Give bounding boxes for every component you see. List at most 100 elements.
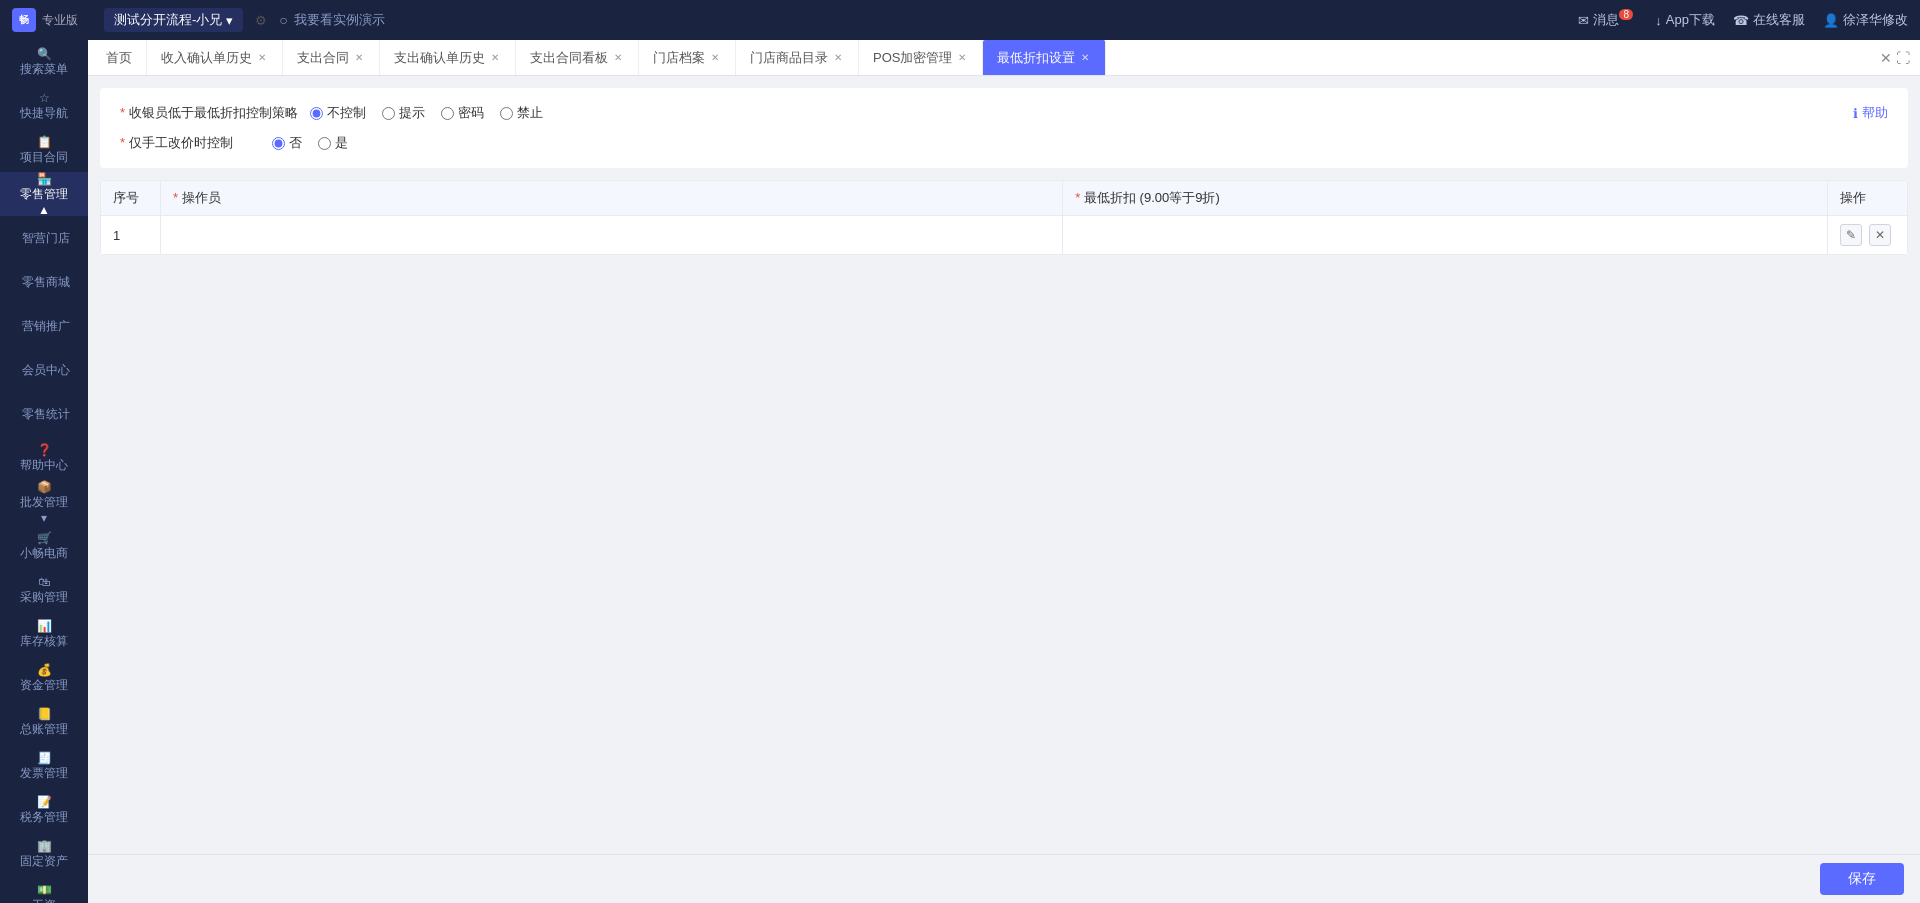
sidebar-label-marketing: 营销推广 <box>22 318 70 335</box>
sidebar-item-invoice[interactable]: 🧾 发票管理 <box>0 744 88 788</box>
sidebar-item-project-contract[interactable]: 📋 项目合同 <box>0 128 88 172</box>
customer-service-button[interactable]: ☎ 在线客服 <box>1733 11 1805 29</box>
sidebar-item-quick-nav[interactable]: ☆ 快捷导航 <box>0 84 88 128</box>
radio-forbid-input[interactable] <box>500 107 513 120</box>
radio-password[interactable]: 密码 <box>441 104 484 122</box>
delete-row-button[interactable]: ✕ <box>1869 224 1891 246</box>
accounting-icon: 📒 <box>37 707 52 721</box>
radio-manual-yes-input[interactable] <box>318 137 331 150</box>
demo-link[interactable]: ○ 我要看实例演示 <box>279 11 384 29</box>
tab-payment-contract-board[interactable]: 支出合同看板 ✕ <box>516 40 639 75</box>
sidebar-item-retail-mgmt[interactable]: 🏪 零售管理 ▲ <box>0 172 88 216</box>
sidebar-label-ecommerce: 小畅电商 <box>20 545 68 562</box>
ecommerce-icon: 🛒 <box>37 531 52 545</box>
sidebar-item-search-menu[interactable]: 🔍 搜索菜单 <box>0 40 88 84</box>
retail-icon: 🏪 <box>37 172 52 186</box>
sidebar-item-salary[interactable]: 💵 工资 <box>0 876 88 903</box>
invoice-icon: 🧾 <box>37 751 52 765</box>
top-bar: 畅 专业版 测试分开流程-小兄 ▾ ⚙ ○ 我要看实例演示 ✉ 消息 8 ↓ A… <box>0 0 1920 40</box>
page-footer: 保存 <box>88 854 1920 903</box>
tab-income-close-icon[interactable]: ✕ <box>256 51 268 64</box>
cashier-strategy-row: * 收银员低于最低折扣控制策略 不控制 提示 <box>120 104 1888 122</box>
table-row: 1 ✎ ✕ <box>101 216 1908 255</box>
tab-store-archive[interactable]: 门店档案 ✕ <box>639 40 736 75</box>
tab-board-label: 支出合同看板 <box>530 49 608 67</box>
sidebar-item-finance[interactable]: 💰 资金管理 <box>0 656 88 700</box>
tab-store-close-icon[interactable]: ✕ <box>709 51 721 64</box>
project-name: 测试分开流程-小兄 <box>114 11 222 29</box>
sidebar-item-member[interactable]: 会员中心 <box>0 348 88 392</box>
required-star-2: * <box>120 135 125 150</box>
sidebar: 🔍 搜索菜单 ☆ 快捷导航 📋 项目合同 🏪 零售管理 ▲ 智营门店 零售商城 … <box>0 40 88 903</box>
radio-password-input[interactable] <box>441 107 454 120</box>
sidebar-label-project: 项目合同 <box>20 149 68 166</box>
tab-pos-password[interactable]: POS加密管理 ✕ <box>859 40 983 75</box>
tab-min-discount[interactable]: 最低折扣设置 ✕ <box>983 40 1106 75</box>
tab-discount-close-icon[interactable]: ✕ <box>1079 51 1091 64</box>
help-icon: ❓ <box>37 443 52 457</box>
project-dropdown-icon: ▾ <box>226 13 233 28</box>
tab-pos-close-icon[interactable]: ✕ <box>956 51 968 64</box>
sidebar-item-inventory[interactable]: 📊 库存核算 <box>0 612 88 656</box>
save-button[interactable]: 保存 <box>1820 863 1904 895</box>
sidebar-item-purchase[interactable]: 🛍 采购管理 <box>0 568 88 612</box>
sidebar-label-retail: 零售管理 <box>20 186 68 203</box>
help-button[interactable]: ℹ 帮助 <box>1853 104 1888 122</box>
page-content: * 收银员低于最低折扣控制策略 不控制 提示 <box>88 76 1920 854</box>
tab-board-close-icon[interactable]: ✕ <box>612 51 624 64</box>
radio-no-control-input[interactable] <box>310 107 323 120</box>
sidebar-item-marketing[interactable]: 营销推广 <box>0 304 88 348</box>
edit-row-button[interactable]: ✎ <box>1840 224 1862 246</box>
app-logo: 畅 专业版 <box>12 8 92 32</box>
messages-button[interactable]: ✉ 消息 8 <box>1578 11 1637 29</box>
sidebar-item-wholesale[interactable]: 📦 批发管理 ▾ <box>0 480 88 524</box>
sidebar-label-assets: 固定资产 <box>20 853 68 870</box>
radio-manual-no[interactable]: 否 <box>272 134 302 152</box>
radio-remind-input[interactable] <box>382 107 395 120</box>
sidebar-item-ecommerce[interactable]: 🛒 小畅电商 <box>0 524 88 568</box>
sidebar-item-help[interactable]: ❓ 帮助中心 <box>0 436 88 480</box>
expand-tabs-icon[interactable]: ⛶ <box>1896 50 1910 66</box>
tab-payment-confirm-close-icon[interactable]: ✕ <box>489 51 501 64</box>
radio-manual-yes[interactable]: 是 <box>318 134 348 152</box>
discount-required-star: * <box>1075 190 1084 205</box>
tab-payment-confirm-history[interactable]: 支出确认单历史 ✕ <box>380 40 516 75</box>
nav-icon: ☆ <box>39 91 50 105</box>
tab-store-label: 门店档案 <box>653 49 705 67</box>
tab-catalog-close-icon[interactable]: ✕ <box>832 51 844 64</box>
close-all-tabs-icon[interactable]: ✕ <box>1880 50 1892 66</box>
tab-discount-label: 最低折扣设置 <box>997 49 1075 67</box>
tab-payment-contract[interactable]: 支出合同 ✕ <box>283 40 380 75</box>
radio-no-control[interactable]: 不控制 <box>310 104 366 122</box>
discount-table: 序号 * 操作员 * 最低折扣 (9.00等于9折) 操 <box>100 180 1908 255</box>
tab-home[interactable]: 首页 <box>92 40 147 75</box>
radio-forbid[interactable]: 禁止 <box>500 104 543 122</box>
tax-icon: 📝 <box>37 795 52 809</box>
purchase-icon: 🛍 <box>38 575 50 589</box>
sidebar-item-retail-mall[interactable]: 零售商城 <box>0 260 88 304</box>
tab-store-product-catalog[interactable]: 门店商品目录 ✕ <box>736 40 859 75</box>
sidebar-item-tax[interactable]: 📝 税务管理 <box>0 788 88 832</box>
radio-manual-yes-label: 是 <box>335 134 348 152</box>
th-operator: * 操作员 <box>161 181 1063 216</box>
sidebar-item-fixed-assets[interactable]: 🏢 固定资产 <box>0 832 88 876</box>
required-star-1: * <box>120 105 125 120</box>
tab-payment-close-icon[interactable]: ✕ <box>353 51 365 64</box>
user-profile-button[interactable]: 👤 徐泽华修改 <box>1823 11 1908 29</box>
sidebar-item-smart-store[interactable]: 智营门店 <box>0 216 88 260</box>
sidebar-label-help: 帮助中心 <box>20 457 68 474</box>
wholesale-icon: 📦 <box>37 480 52 494</box>
radio-manual-no-input[interactable] <box>272 137 285 150</box>
project-selector[interactable]: 测试分开流程-小兄 ▾ <box>104 8 243 32</box>
th-actions: 操作 <box>1828 181 1908 216</box>
sidebar-item-accounting[interactable]: 📒 总账管理 <box>0 700 88 744</box>
sidebar-item-retail-stats[interactable]: 零售统计 <box>0 392 88 436</box>
tab-home-label: 首页 <box>106 49 132 67</box>
tab-income-confirm-history[interactable]: 收入确认单历史 ✕ <box>147 40 283 75</box>
radio-remind-label: 提示 <box>399 104 425 122</box>
app-download-button[interactable]: ↓ App下载 <box>1655 11 1715 29</box>
radio-remind[interactable]: 提示 <box>382 104 425 122</box>
cell-seq: 1 <box>101 216 161 255</box>
expand-icon-wholesale: ▾ <box>41 511 47 525</box>
help-circle-icon: ℹ <box>1853 106 1858 121</box>
